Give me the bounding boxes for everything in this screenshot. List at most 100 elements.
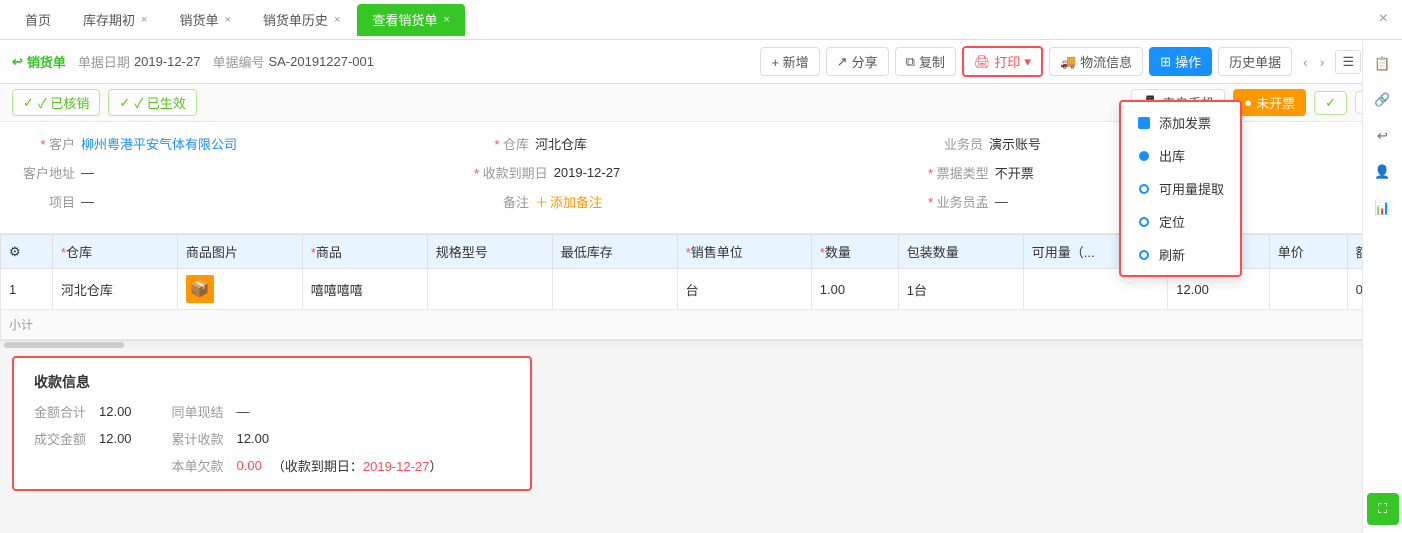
sidebar-icon-1-glyph: 📋 bbox=[1374, 56, 1390, 72]
add-invoice-item[interactable]: 添加发票 bbox=[1121, 106, 1240, 139]
sidebar-icon-1[interactable]: 📋 bbox=[1367, 48, 1399, 80]
copy-icon: ⧉ bbox=[906, 54, 915, 70]
col-quantity: *数量 bbox=[811, 235, 898, 269]
sidebar-icon-4[interactable]: 👤 bbox=[1367, 156, 1399, 188]
sidebar-icon-5[interactable]: 📊 bbox=[1367, 192, 1399, 224]
prev-arrow[interactable]: ‹ bbox=[1298, 52, 1313, 72]
outbound-item[interactable]: 出库 bbox=[1121, 139, 1240, 172]
refresh-label: 刷新 bbox=[1159, 245, 1185, 264]
ticket-type-label: 票据类型 bbox=[928, 163, 989, 182]
note-field: 备注 ＋ 添加备注 bbox=[474, 192, 928, 211]
share-button[interactable]: ↗ 分享 bbox=[826, 47, 889, 76]
outbound-icon bbox=[1137, 149, 1151, 163]
history-button-label: 历史单据 bbox=[1229, 52, 1281, 71]
not-open-ticket-button[interactable]: ● 未开票 bbox=[1233, 89, 1306, 116]
payment-date-value: 2019-12-27 bbox=[554, 165, 621, 180]
salesperson2-label: 业务员孟 bbox=[928, 192, 989, 211]
col-settings[interactable]: ⚙ bbox=[1, 235, 53, 269]
doc-date-label: 单据日期 bbox=[78, 52, 130, 71]
next-arrow[interactable]: › bbox=[1315, 52, 1330, 72]
payment-date-label: 收款到期日 bbox=[474, 163, 548, 182]
col-unit-price: 单价 bbox=[1269, 235, 1347, 269]
payment-col-1: 金额合计 12.00 成交金额 12.00 bbox=[34, 402, 132, 475]
add-invoice-icon bbox=[1137, 116, 1151, 130]
locate-item[interactable]: 定位 bbox=[1121, 205, 1240, 238]
tab-inventory-close[interactable]: × bbox=[141, 14, 147, 26]
col-product-img: 商品图片 bbox=[177, 235, 302, 269]
logistics-icon: 🚚 bbox=[1060, 54, 1076, 70]
sidebar-icon-2[interactable]: 🔗 bbox=[1367, 84, 1399, 116]
locate-icon bbox=[1137, 215, 1151, 229]
confirm-button[interactable]: ✓ bbox=[1314, 91, 1347, 115]
tab-sales-history[interactable]: 销货单历史 × bbox=[248, 4, 355, 36]
list-view-button[interactable]: ☰ bbox=[1335, 50, 1361, 74]
tab-sales-label: 销货单 bbox=[179, 10, 218, 29]
payment-deal-row: 成交金额 12.00 bbox=[34, 429, 132, 448]
tab-inventory[interactable]: 库存期初 × bbox=[68, 4, 162, 36]
subtotal-label: 小计 bbox=[1, 310, 1402, 340]
payment-deal-label: 成交金额 bbox=[34, 429, 89, 448]
refresh-item[interactable]: 刷新 bbox=[1121, 238, 1240, 271]
tab-home[interactable]: 首页 bbox=[10, 4, 66, 36]
row-sales-unit: 台 bbox=[677, 269, 811, 310]
print-button-label: 打印 bbox=[994, 52, 1020, 71]
add-button[interactable]: + 新增 bbox=[760, 47, 819, 76]
circle-outline-icon-3 bbox=[1139, 250, 1149, 260]
doc-number-label: 单据编号 bbox=[212, 52, 264, 71]
tab-view-sales[interactable]: 查看销货单 × bbox=[357, 4, 464, 36]
add-invoice-label: 添加发票 bbox=[1159, 113, 1211, 132]
window-close-button[interactable]: × bbox=[1379, 10, 1388, 28]
scroll-thumb[interactable] bbox=[4, 342, 124, 348]
payment-total-label: 金额合计 bbox=[34, 402, 89, 421]
operate-icon: ⊞ bbox=[1160, 54, 1171, 70]
logistics-button[interactable]: 🚚 物流信息 bbox=[1049, 47, 1143, 76]
col-sales-unit: *销售单位 bbox=[677, 235, 811, 269]
payment-info-panel: 收款信息 金额合计 12.00 成交金额 12.00 同单现结 — 累计收款 1… bbox=[12, 356, 532, 491]
col-package-qty: 包装数量 bbox=[898, 235, 1023, 269]
print-button[interactable]: 🖨 打印 ▾ bbox=[962, 46, 1043, 77]
warehouse-value: 河北仓库 bbox=[535, 134, 587, 153]
payment-deal-value: 12.00 bbox=[99, 431, 132, 446]
col-spec: 规格型号 bbox=[427, 235, 552, 269]
tab-sales[interactable]: 销货单 × bbox=[164, 4, 245, 36]
payment-cumulative-label: 累计收款 bbox=[172, 429, 227, 448]
customer-label: 客户 bbox=[20, 134, 75, 153]
note-label: 备注 bbox=[474, 192, 529, 211]
doc-type-icon: ↩ bbox=[12, 54, 23, 70]
row-product: 嘻嘻嘻嘻 bbox=[302, 269, 427, 310]
tab-sales-history-label: 销货单历史 bbox=[263, 10, 328, 29]
sidebar-icon-3[interactable]: ↩ bbox=[1367, 120, 1399, 152]
already-cancelled-button[interactable]: ✓ ✓ 已核销 bbox=[12, 89, 100, 116]
already-effective-button[interactable]: ✓ ✓ 已生效 bbox=[108, 89, 196, 116]
tab-sales-close[interactable]: × bbox=[224, 14, 230, 26]
salesperson2-value: — bbox=[995, 194, 1008, 209]
add-note-button[interactable]: ＋ 添加备注 bbox=[535, 192, 602, 211]
check-icon-effective: ✓ bbox=[119, 95, 130, 111]
doc-number-value: SA-20191227-001 bbox=[268, 54, 374, 69]
subtotal-row: 小计 bbox=[1, 310, 1402, 340]
add-note-label: 添加备注 bbox=[550, 192, 602, 211]
row-no: 1 bbox=[1, 269, 53, 310]
tab-sales-history-close[interactable]: × bbox=[334, 14, 340, 26]
horizontal-scrollbar[interactable] bbox=[0, 340, 1402, 348]
tab-bar: 首页 库存期初 × 销货单 × 销货单历史 × 查看销货单 × × bbox=[0, 0, 1402, 40]
confirm-icon: ✓ bbox=[1325, 95, 1336, 111]
warehouse-label: 仓库 bbox=[474, 134, 529, 153]
salesperson-label: 业务员 bbox=[928, 134, 983, 153]
doc-number-field: 单据编号 SA-20191227-001 bbox=[212, 52, 374, 71]
product-img-icon: 📦 bbox=[190, 279, 210, 299]
payment-debt-extra: （收款到期日：2019-12-27） bbox=[272, 456, 443, 475]
payment-same-order-row: 同单现结 — bbox=[172, 402, 443, 421]
address-field: 客户地址 — bbox=[20, 163, 474, 182]
available-extract-label: 可用量提取 bbox=[1159, 179, 1224, 198]
tab-view-sales-close[interactable]: × bbox=[443, 14, 449, 26]
operate-dropdown-menu: 添加发票 出库 可用量提取 定位 刷新 bbox=[1119, 100, 1242, 277]
copy-button[interactable]: ⧉ 复制 bbox=[895, 47, 956, 76]
history-button[interactable]: 历史单据 bbox=[1218, 47, 1292, 76]
operate-button[interactable]: ⊞ 操作 bbox=[1149, 47, 1212, 76]
effective-label: ✓ 已生效 bbox=[134, 93, 186, 112]
expand-button[interactable]: ⛶ bbox=[1367, 493, 1399, 525]
available-extract-item[interactable]: 可用量提取 bbox=[1121, 172, 1240, 205]
doc-type-text: 销货单 bbox=[27, 52, 66, 71]
customer-value[interactable]: 柳州粤港平安气体有限公司 bbox=[81, 134, 237, 153]
